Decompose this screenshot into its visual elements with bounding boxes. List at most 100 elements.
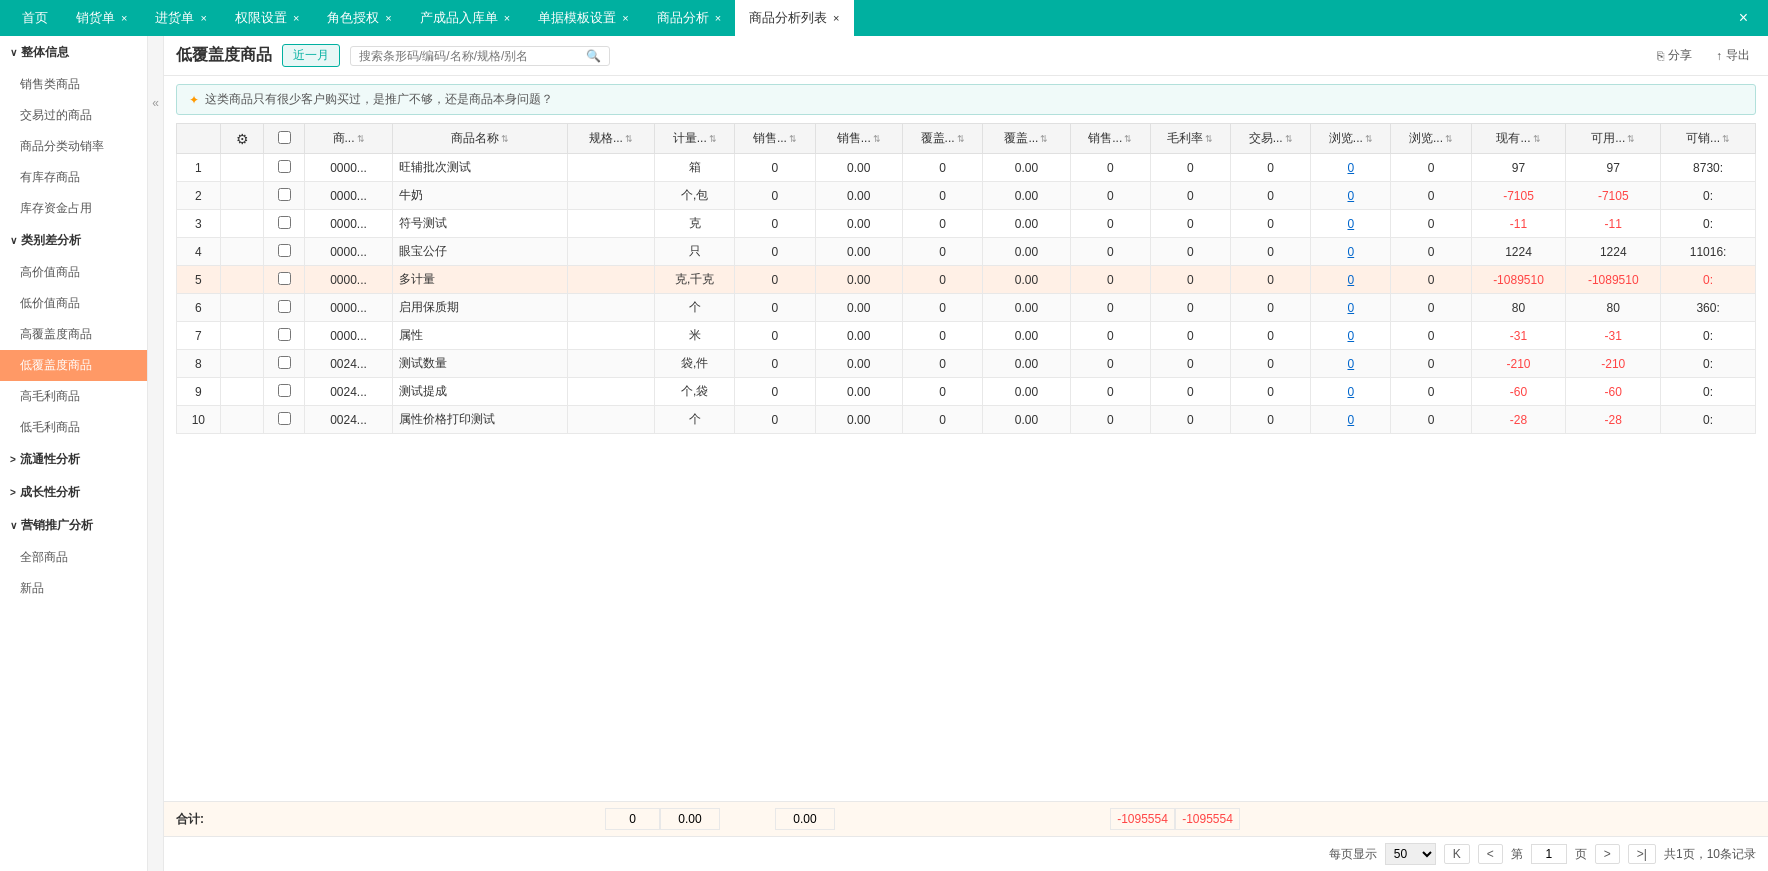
row-view1[interactable]: 0	[1311, 378, 1391, 406]
row-checkbox-cell[interactable]	[264, 378, 305, 406]
spec-col-header[interactable]: 规格...⇅	[567, 124, 654, 154]
stock-sale-col-header[interactable]: 可销...⇅	[1661, 124, 1756, 154]
code-col-header[interactable]: 商...⇅	[305, 124, 392, 154]
share-button[interactable]: ⎘ 分享	[1651, 45, 1698, 66]
sidebar-item-category-rate[interactable]: 商品分类动销率	[0, 131, 147, 162]
row-view1[interactable]: 0	[1311, 406, 1391, 434]
sidebar-group-header-overall[interactable]: ∨ 整体信息	[0, 36, 147, 69]
close-icon[interactable]: ×	[200, 12, 206, 24]
row-view1[interactable]: 0	[1311, 266, 1391, 294]
row-view1[interactable]: 0	[1311, 182, 1391, 210]
search-icon[interactable]: 🔍	[586, 49, 601, 63]
sidebar-item-new-goods[interactable]: 新品	[0, 573, 147, 604]
cover2-col-header[interactable]: 覆盖...⇅	[983, 124, 1070, 154]
row-checkbox[interactable]	[278, 356, 291, 369]
sidebar-item-low-coverage[interactable]: 低覆盖度商品	[0, 350, 147, 381]
close-icon[interactable]: ×	[293, 12, 299, 24]
nav-template-settings[interactable]: 单据模板设置 ×	[524, 0, 642, 36]
sidebar-group-header-category[interactable]: ∨ 类别差分析	[0, 224, 147, 257]
row-settings[interactable]	[220, 322, 264, 350]
export-button[interactable]: ↑ 导出	[1710, 45, 1756, 66]
sidebar-group-header-marketing[interactable]: ∨ 营销推广分析	[0, 509, 147, 542]
row-settings[interactable]	[220, 266, 264, 294]
row-settings[interactable]	[220, 294, 264, 322]
row-checkbox[interactable]	[278, 300, 291, 313]
row-checkbox-cell[interactable]	[264, 238, 305, 266]
margin-col-header[interactable]: 毛利率⇅	[1150, 124, 1230, 154]
row-view1[interactable]: 0	[1311, 238, 1391, 266]
page-number-input[interactable]: 1	[1531, 844, 1567, 864]
per-page-select[interactable]: 50 100 200	[1385, 843, 1436, 865]
row-checkbox-cell[interactable]	[264, 294, 305, 322]
row-checkbox-cell[interactable]	[264, 322, 305, 350]
sidebar-group-header-liquidity[interactable]: > 流通性分析	[0, 443, 147, 476]
row-checkbox-cell[interactable]	[264, 266, 305, 294]
sidebar-collapse-button[interactable]: «	[148, 36, 164, 871]
row-view1[interactable]: 0	[1311, 294, 1391, 322]
sidebar-item-low-margin[interactable]: 低毛利商品	[0, 412, 147, 443]
sales-amt-col-header[interactable]: 销售...⇅	[815, 124, 902, 154]
nav-product-analysis-list[interactable]: 商品分析列表 ×	[735, 0, 853, 36]
close-icon[interactable]: ×	[715, 12, 721, 24]
row-checkbox[interactable]	[278, 272, 291, 285]
sales3-col-header[interactable]: 销售...⇅	[1070, 124, 1150, 154]
close-icon[interactable]: ×	[833, 12, 839, 24]
row-checkbox-cell[interactable]	[264, 182, 305, 210]
sidebar-item-traded-goods[interactable]: 交易过的商品	[0, 100, 147, 131]
row-checkbox[interactable]	[278, 384, 291, 397]
nav-product-analysis[interactable]: 商品分析 ×	[643, 0, 735, 36]
close-icon[interactable]: ×	[385, 12, 391, 24]
close-icon[interactable]: ×	[622, 12, 628, 24]
trade-col-header[interactable]: 交易...⇅	[1231, 124, 1311, 154]
row-settings[interactable]	[220, 238, 264, 266]
row-view1[interactable]: 0	[1311, 210, 1391, 238]
row-checkbox[interactable]	[278, 244, 291, 257]
close-icon[interactable]: ×	[121, 12, 127, 24]
nav-home[interactable]: 首页	[8, 0, 62, 36]
view1-col-header[interactable]: 浏览...⇅	[1311, 124, 1391, 154]
row-checkbox[interactable]	[278, 412, 291, 425]
date-filter-button[interactable]: 近一月	[282, 44, 340, 67]
nav-role[interactable]: 角色授权 ×	[313, 0, 405, 36]
stock-avail-col-header[interactable]: 可用...⇅	[1566, 124, 1661, 154]
nav-sales-order[interactable]: 销货单 ×	[62, 0, 141, 36]
sales-qty-col-header[interactable]: 销售...⇅	[735, 124, 815, 154]
unit-col-header[interactable]: 计量...⇅	[655, 124, 735, 154]
row-view1[interactable]: 0	[1311, 154, 1391, 182]
sidebar-item-in-stock[interactable]: 有库存商品	[0, 162, 147, 193]
sidebar-item-high-margin[interactable]: 高毛利商品	[0, 381, 147, 412]
last-page-button[interactable]: >|	[1628, 844, 1656, 864]
cover1-col-header[interactable]: 覆盖...⇅	[903, 124, 983, 154]
row-checkbox[interactable]	[278, 160, 291, 173]
row-settings[interactable]	[220, 154, 264, 182]
sidebar-item-stock-capital[interactable]: 库存资金占用	[0, 193, 147, 224]
stock-cur-col-header[interactable]: 现有...⇅	[1471, 124, 1566, 154]
nav-finished-goods[interactable]: 产成品入库单 ×	[406, 0, 524, 36]
gear-icon[interactable]: ⚙	[236, 131, 249, 147]
row-settings[interactable]	[220, 210, 264, 238]
nav-permission[interactable]: 权限设置 ×	[221, 0, 313, 36]
window-close-button[interactable]: ×	[1727, 9, 1760, 27]
search-input[interactable]	[359, 49, 582, 63]
sidebar-item-sales-goods[interactable]: 销售类商品	[0, 69, 147, 100]
view2-col-header[interactable]: 浏览...⇅	[1391, 124, 1471, 154]
row-checkbox-cell[interactable]	[264, 154, 305, 182]
prev-page-button[interactable]: <	[1478, 844, 1503, 864]
sidebar-item-low-value[interactable]: 低价值商品	[0, 288, 147, 319]
first-page-button[interactable]: K	[1444, 844, 1470, 864]
settings-col-header[interactable]: ⚙	[220, 124, 264, 154]
row-settings[interactable]	[220, 182, 264, 210]
nav-purchase-order[interactable]: 进货单 ×	[141, 0, 220, 36]
row-checkbox-cell[interactable]	[264, 350, 305, 378]
row-view1[interactable]: 0	[1311, 350, 1391, 378]
close-icon[interactable]: ×	[504, 12, 510, 24]
next-page-button[interactable]: >	[1595, 844, 1620, 864]
row-settings[interactable]	[220, 378, 264, 406]
row-checkbox[interactable]	[278, 328, 291, 341]
sidebar-item-all-goods[interactable]: 全部商品	[0, 542, 147, 573]
row-checkbox-cell[interactable]	[264, 210, 305, 238]
row-view1[interactable]: 0	[1311, 322, 1391, 350]
row-checkbox[interactable]	[278, 216, 291, 229]
sidebar-item-high-value[interactable]: 高价值商品	[0, 257, 147, 288]
row-checkbox[interactable]	[278, 188, 291, 201]
